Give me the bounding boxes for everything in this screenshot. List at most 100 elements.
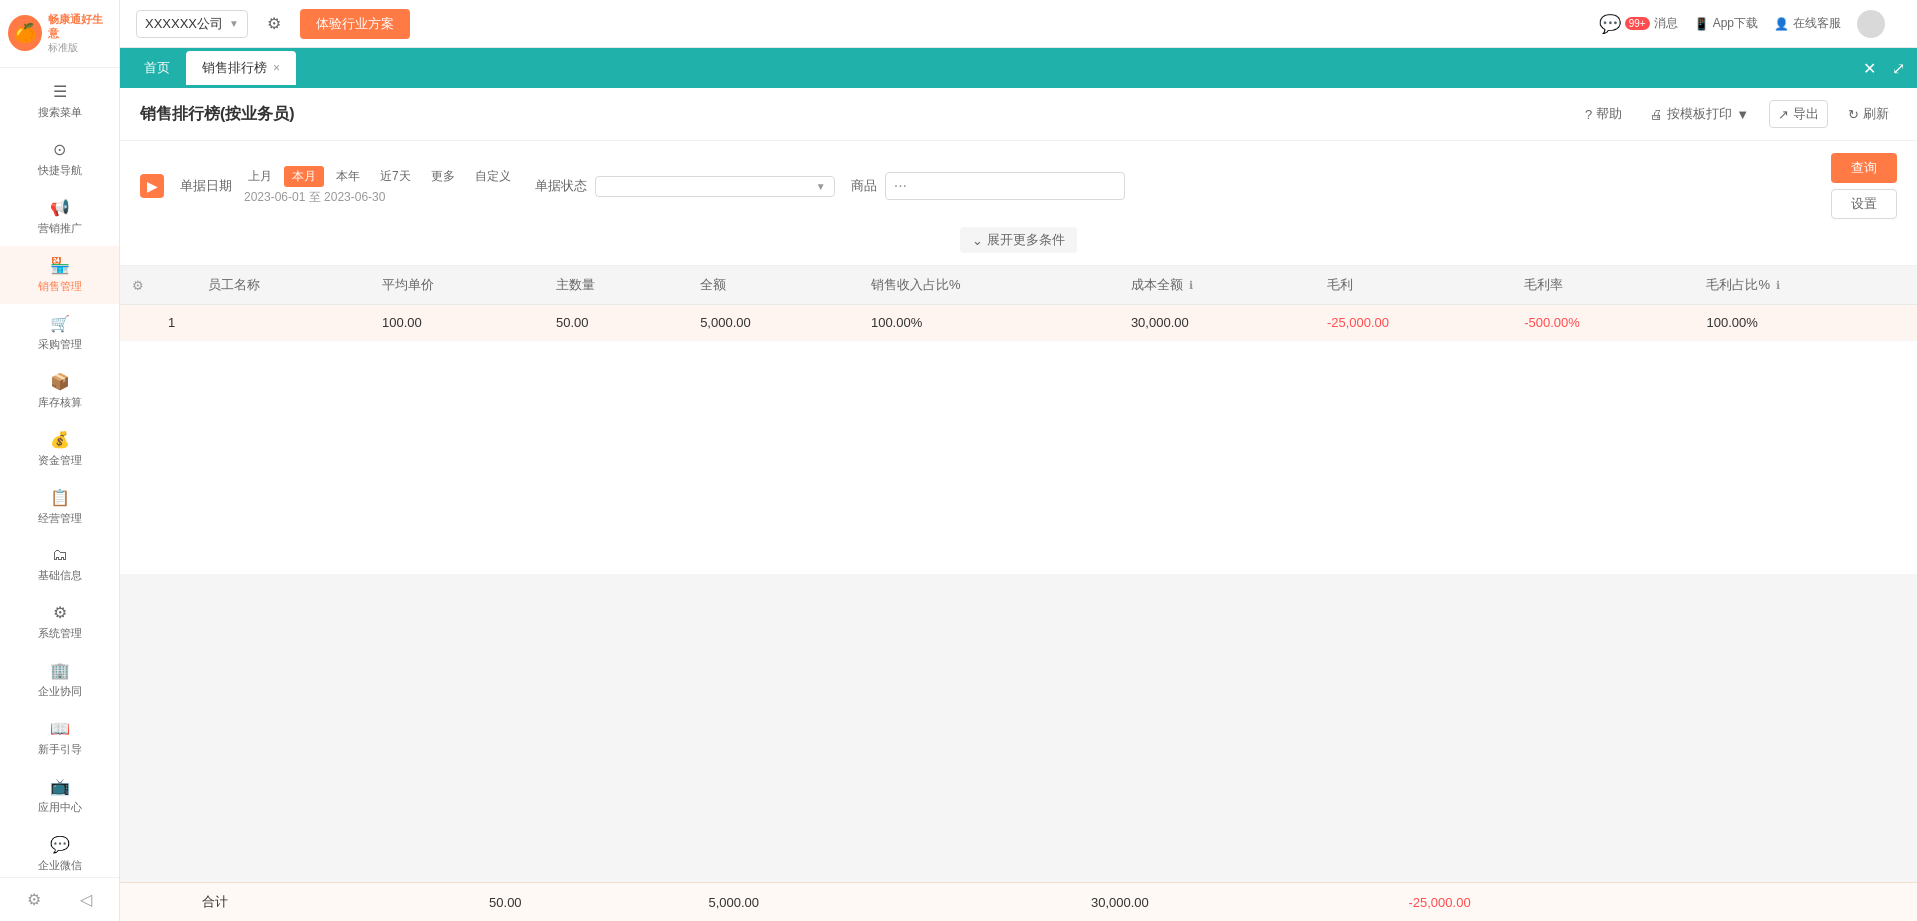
expand-btn[interactable]: ⌄ 展开更多条件 — [960, 227, 1077, 253]
date-tab-last-month[interactable]: 上月 — [240, 166, 280, 187]
tab-close-btn[interactable]: × — [273, 61, 280, 75]
tab-sales-ranking[interactable]: 销售排行榜 × — [186, 51, 296, 85]
footer-gross-ratio-spacer — [1824, 883, 1917, 921]
chevron-down-icon: ▼ — [816, 181, 826, 192]
sidebar-item-label: 资金管理 — [38, 453, 82, 468]
sidebar-item-label: 新手引导 — [38, 742, 82, 757]
app-download-btn[interactable]: 📱 App下载 — [1694, 15, 1758, 32]
col-gross-rate: 毛利率 — [1512, 266, 1694, 305]
sidebar-item-search[interactable]: ☰ 搜索菜单 — [0, 72, 119, 130]
logo-name: 畅康通好生意 — [48, 12, 111, 41]
settings-button[interactable]: 设置 — [1831, 189, 1897, 219]
service-icon: 👤 — [1774, 17, 1789, 31]
sidebar-item-wechat[interactable]: 💬 企业微信 — [0, 825, 119, 877]
filter-toggle-btn[interactable]: ▶ — [140, 174, 164, 198]
print-icon: 🖨 — [1650, 107, 1663, 122]
message-btn[interactable]: 💬 99+ 消息 — [1599, 13, 1678, 35]
sidebar-item-label: 库存核算 — [38, 395, 82, 410]
sidebar-item-label: 快捷导航 — [38, 163, 82, 178]
status-select[interactable]: ▼ — [595, 176, 835, 197]
sidebar-item-label: 应用中心 — [38, 800, 82, 815]
cost-info-icon[interactable]: ℹ — [1189, 279, 1193, 291]
chevron-down-icon: ⌄ — [972, 233, 983, 248]
footer-table: 合计 50.00 5,000.00 30,000.00 -25,000.00 — [120, 883, 1917, 921]
date-tabs: 上月 本月 本年 近7天 更多 自定义 — [240, 166, 519, 187]
logo: 🍊 畅康通好生意 标准版 — [0, 0, 119, 68]
refresh-btn[interactable]: ↻ 刷新 — [1840, 101, 1897, 127]
date-filter-label: 单据日期 — [180, 177, 232, 195]
column-settings-icon[interactable]: ⚙ — [132, 278, 144, 293]
sidebar-item-enterprise[interactable]: 🏢 企业协同 — [0, 651, 119, 709]
sidebar-item-label: 系统管理 — [38, 626, 82, 641]
message-badge: 99+ — [1625, 17, 1650, 30]
row-gross-ratio: 100.00% — [1694, 305, 1917, 341]
topbar: XXXXXX公司 ▼ ⚙ 体验行业方案 💬 99+ 消息 📱 App下载 👤 在… — [120, 0, 1917, 48]
export-btn[interactable]: ↗ 导出 — [1769, 100, 1828, 128]
template-print-btn[interactable]: 🖨 按模板打印 ▼ — [1642, 101, 1757, 127]
empty-space — [120, 574, 1917, 882]
col-employee: 员工名称 — [196, 266, 370, 305]
goods-input[interactable]: ··· — [885, 172, 1125, 200]
sidebar-item-finance[interactable]: 💰 资金管理 — [0, 420, 119, 478]
export-icon: ↗ — [1778, 107, 1789, 122]
table-footer: 合计 50.00 5,000.00 30,000.00 -25,000.00 — [120, 882, 1917, 921]
status-filter: 单据状态 ▼ — [535, 176, 835, 197]
window-close-btn[interactable]: ✕ — [1859, 55, 1880, 82]
date-tab-custom[interactable]: 自定义 — [467, 166, 519, 187]
enterprise-icon: 🏢 — [50, 661, 70, 680]
row-gross-rate: -500.00% — [1512, 305, 1694, 341]
sidebar-item-beginner[interactable]: 📖 新手引导 — [0, 709, 119, 767]
search-menu-icon: ☰ — [53, 82, 67, 101]
footer-rank-spacer — [150, 883, 190, 921]
sidebar-item-purchase[interactable]: 🛒 采购管理 — [0, 304, 119, 362]
footer-gross-rate-spacer — [1731, 883, 1824, 921]
date-range-text: 2023-06-01 至 2023-06-30 — [244, 189, 519, 206]
col-avg-price: 平均单价 — [370, 266, 544, 305]
online-service-btn[interactable]: 👤 在线客服 — [1774, 15, 1841, 32]
sidebar-item-system[interactable]: ⚙ 系统管理 — [0, 593, 119, 651]
sidebar-item-sales[interactable]: 🏪 销售管理 — [0, 246, 119, 304]
sidebar-collapse-btn[interactable]: ◁ — [76, 886, 96, 913]
help-btn[interactable]: ? 帮助 — [1577, 101, 1630, 127]
table-header: ⚙ 员工名称 平均单价 主数量 全额 销售收入占比% 成本全额 ℹ 毛利 — [120, 266, 1917, 305]
data-table: ⚙ 员工名称 平均单价 主数量 全额 销售收入占比% 成本全额 ℹ 毛利 — [120, 266, 1917, 341]
sidebar-item-basic-info[interactable]: 🗂 基础信息 — [0, 536, 119, 593]
refresh-icon: ↻ — [1848, 107, 1859, 122]
window-expand-btn[interactable]: ⤢ — [1888, 55, 1909, 82]
tab-home[interactable]: 首页 — [128, 51, 186, 85]
table-row: 1 100.00 50.00 5,000.00 100.00% 30,000.0… — [120, 305, 1917, 341]
logo-icon: 🍊 — [8, 15, 42, 51]
footer-label: 合计 — [190, 883, 384, 921]
date-tab-more[interactable]: 更多 — [423, 166, 463, 187]
app-center-icon: 📺 — [50, 777, 70, 796]
trial-button[interactable]: 体验行业方案 — [300, 9, 410, 39]
query-button[interactable]: 查询 — [1831, 153, 1897, 183]
tabbar-right: ✕ ⤢ — [1859, 55, 1909, 82]
date-tab-7days[interactable]: 近7天 — [372, 166, 419, 187]
date-tab-this-month[interactable]: 本月 — [284, 166, 324, 187]
footer-avg-price-spacer — [384, 883, 477, 921]
message-icon: 💬 — [1599, 13, 1621, 35]
sidebar-item-quicknav[interactable]: ⊙ 快捷导航 — [0, 130, 119, 188]
footer-gross: -25,000.00 — [1396, 883, 1730, 921]
sidebar-item-marketing[interactable]: 📢 营销推广 — [0, 188, 119, 246]
company-selector[interactable]: XXXXXX公司 ▼ — [136, 10, 248, 38]
sidebar-item-label: 采购管理 — [38, 337, 82, 352]
template-print-label: 按模板打印 — [1667, 105, 1732, 123]
sidebar-item-inventory[interactable]: 📦 库存核算 — [0, 362, 119, 420]
message-label: 消息 — [1654, 15, 1678, 32]
expand-label: 展开更多条件 — [987, 231, 1065, 249]
topbar-settings-btn[interactable]: ⚙ — [260, 10, 288, 38]
app-download-label: App下载 — [1713, 15, 1758, 32]
purchase-icon: 🛒 — [50, 314, 70, 333]
filter-expand: ⌄ 展开更多条件 — [140, 227, 1897, 253]
sidebar-item-operation[interactable]: 📋 经营管理 — [0, 478, 119, 536]
row-employee — [196, 305, 370, 341]
sidebar-settings-btn[interactable]: ⚙ — [23, 886, 45, 913]
page-header: 销售排行榜(按业务员) ? 帮助 🖨 按模板打印 ▼ ↗ 导出 ↻ 刷新 — [120, 88, 1917, 141]
wechat-icon: 💬 — [50, 835, 70, 854]
sidebar-item-app-center[interactable]: 📺 应用中心 — [0, 767, 119, 825]
gross-ratio-info-icon[interactable]: ℹ — [1776, 279, 1780, 291]
date-tab-this-year[interactable]: 本年 — [328, 166, 368, 187]
footer-cost: 30,000.00 — [1079, 883, 1397, 921]
